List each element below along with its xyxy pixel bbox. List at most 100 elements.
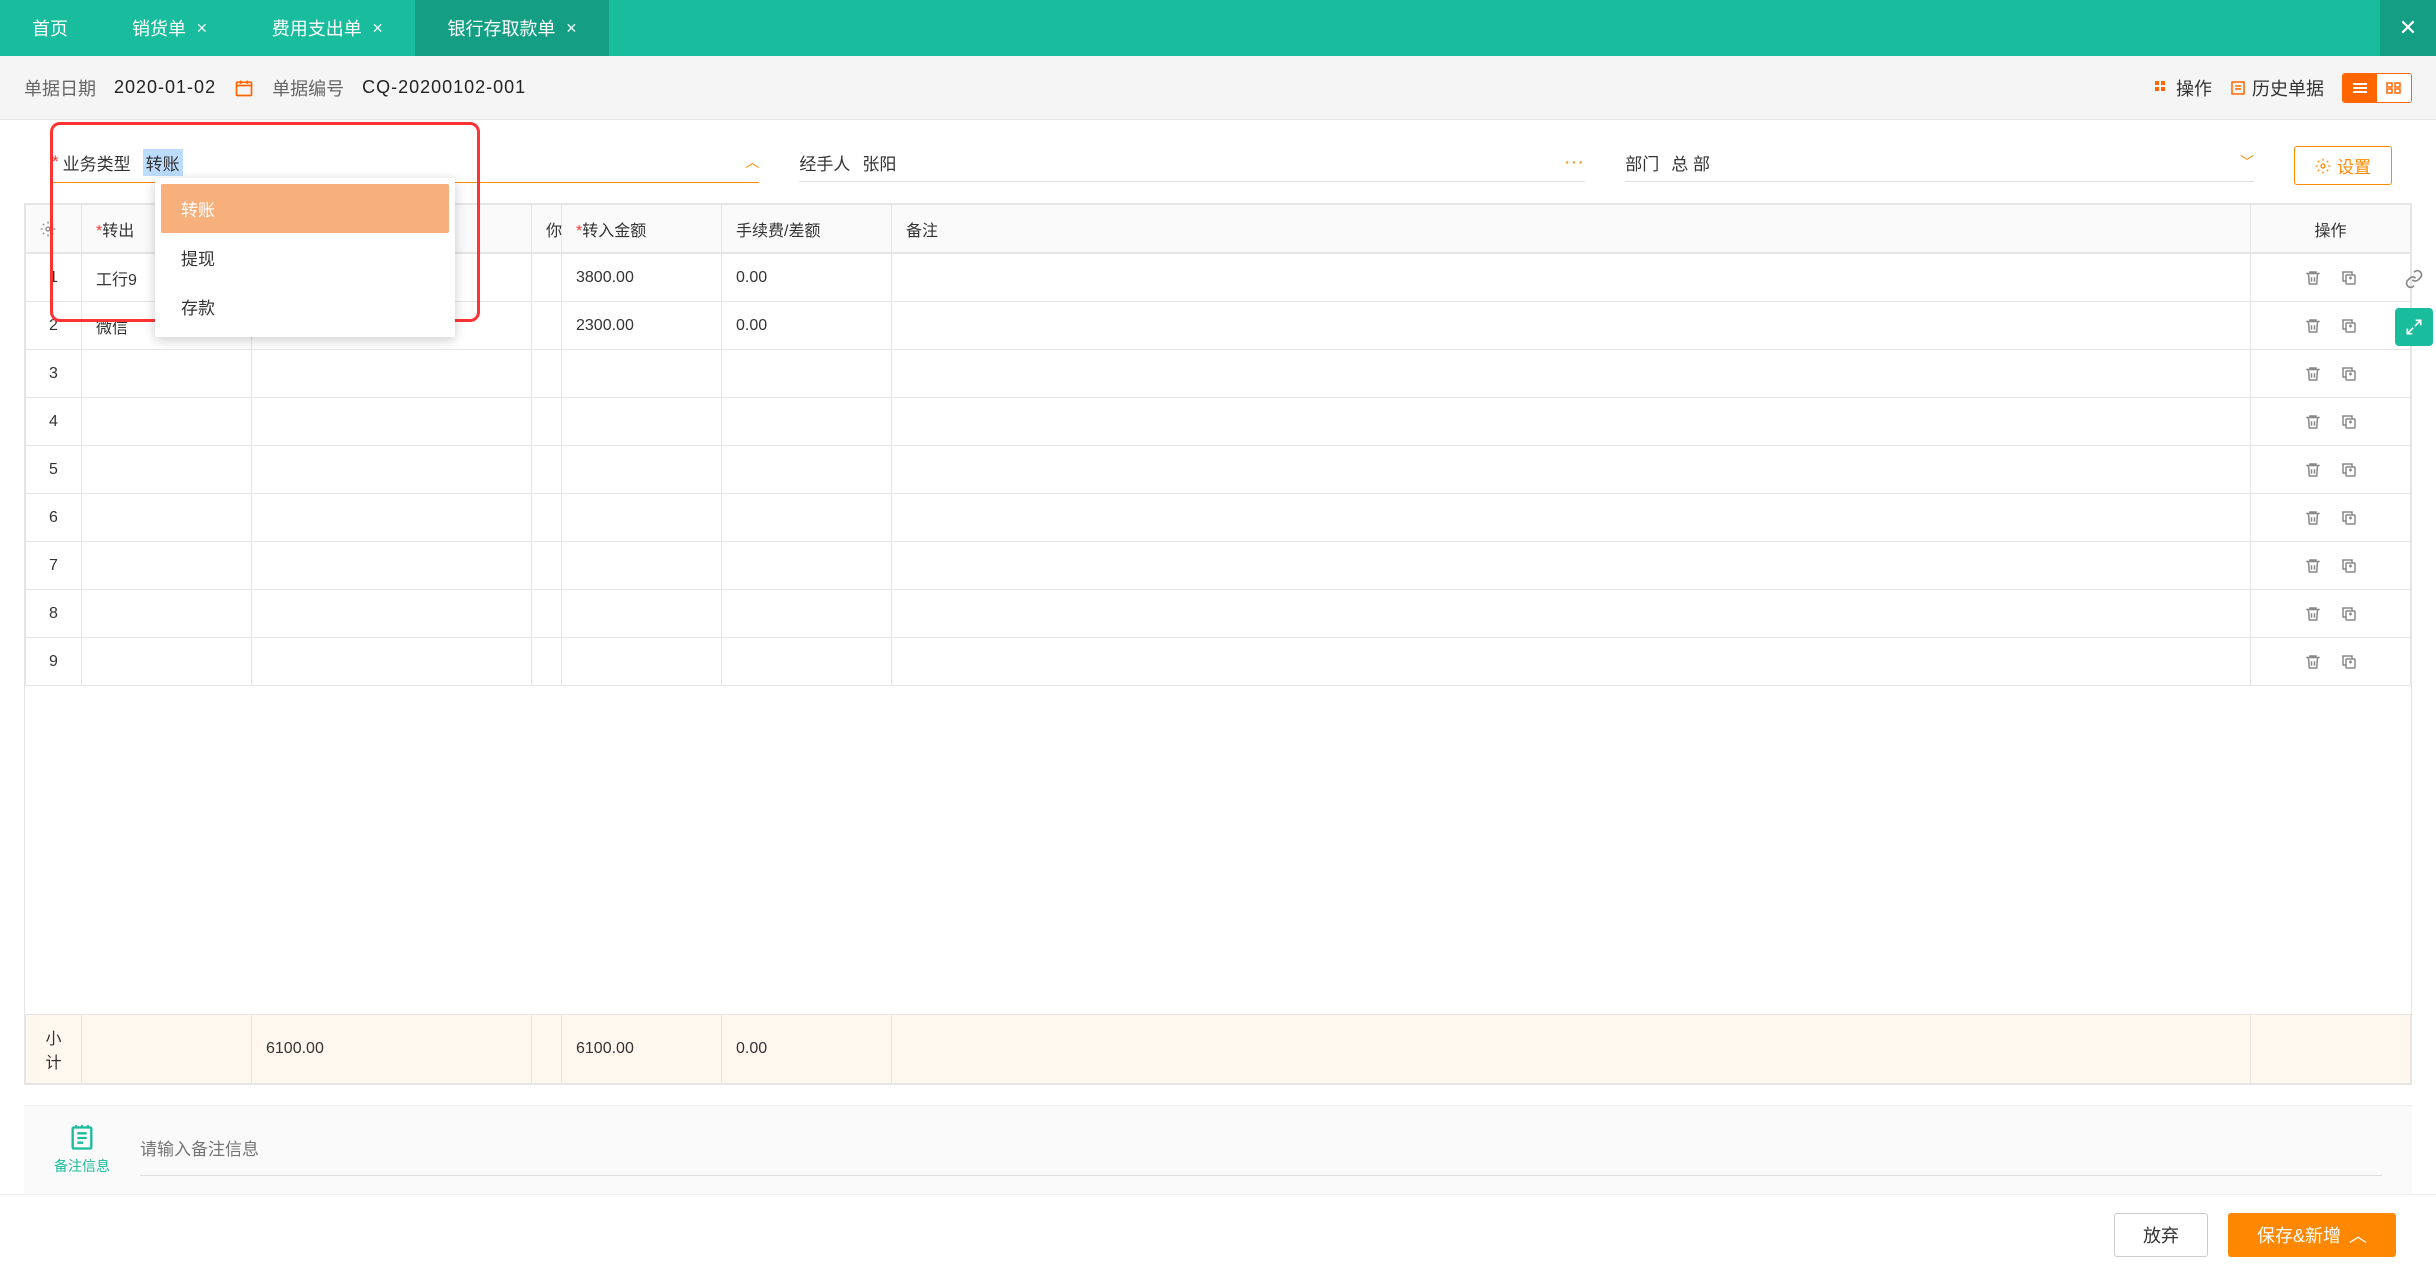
save-and-add-button[interactable]: 保存&新增 ︿ (2228, 1213, 2396, 1257)
delete-row-icon[interactable] (2304, 653, 2322, 671)
cell-out-amount[interactable] (252, 350, 532, 398)
cell-note[interactable] (892, 494, 2251, 542)
cell-in-account[interactable] (532, 542, 562, 590)
cell-fee[interactable] (722, 542, 892, 590)
cell-out-amount[interactable] (252, 638, 532, 686)
cell-out-amount[interactable] (252, 542, 532, 590)
cell-out-amount[interactable] (252, 590, 532, 638)
date-value[interactable]: 2020-01-02 (114, 77, 216, 98)
tab-bank-deposit-withdraw[interactable]: 银行存取款单✕ (415, 0, 609, 56)
cell-note[interactable] (892, 446, 2251, 494)
cell-in-account[interactable] (532, 398, 562, 446)
handler-field[interactable]: 经手人 张阳 ··· (799, 150, 1585, 182)
link-button[interactable] (2395, 260, 2433, 298)
copy-row-icon[interactable] (2340, 461, 2358, 479)
cell-out-account[interactable] (82, 590, 252, 638)
delete-row-icon[interactable] (2304, 557, 2322, 575)
cell-out-account[interactable] (82, 446, 252, 494)
close-icon[interactable]: ✕ (196, 20, 208, 37)
cell-fee[interactable] (722, 446, 892, 494)
table-settings-header[interactable] (26, 205, 82, 253)
cell-note[interactable] (892, 302, 2251, 350)
cell-note[interactable] (892, 590, 2251, 638)
tab-home[interactable]: 首页 (0, 0, 100, 56)
delete-row-icon[interactable] (2304, 509, 2322, 527)
copy-row-icon[interactable] (2340, 365, 2358, 383)
window-close-button[interactable]: ✕ (2380, 0, 2436, 56)
cell-in-account[interactable] (532, 590, 562, 638)
chevron-up-icon[interactable]: ︿ (745, 152, 759, 172)
cell-note[interactable] (892, 542, 2251, 590)
delete-row-icon[interactable] (2304, 605, 2322, 623)
table-row[interactable]: 7 (26, 542, 2411, 590)
operate-button[interactable]: 操作 (2154, 75, 2212, 101)
chevron-down-icon[interactable]: ﹀ (2240, 152, 2254, 172)
cell-in-amount[interactable] (562, 638, 722, 686)
cell-in-amount[interactable]: 2300.00 (562, 302, 722, 350)
cell-in-account[interactable] (532, 494, 562, 542)
cell-in-account[interactable] (532, 350, 562, 398)
cell-fee[interactable] (722, 590, 892, 638)
cell-fee[interactable] (722, 638, 892, 686)
remarks-input[interactable] (140, 1124, 2382, 1176)
copy-row-icon[interactable] (2340, 557, 2358, 575)
cell-fee[interactable] (722, 398, 892, 446)
cell-in-amount[interactable] (562, 590, 722, 638)
copy-row-icon[interactable] (2340, 509, 2358, 527)
copy-row-icon[interactable] (2340, 605, 2358, 623)
table-row[interactable]: 9 (26, 638, 2411, 686)
cell-in-account[interactable] (532, 638, 562, 686)
delete-row-icon[interactable] (2304, 317, 2322, 335)
cell-in-amount[interactable] (562, 542, 722, 590)
cell-in-amount[interactable] (562, 446, 722, 494)
tab-sales-order[interactable]: 销货单✕ (100, 0, 240, 56)
close-icon[interactable]: ✕ (372, 20, 384, 37)
cell-out-account[interactable] (82, 398, 252, 446)
history-button[interactable]: 历史单据 (2230, 75, 2324, 101)
more-icon[interactable]: ··· (1565, 154, 1585, 170)
calendar-icon[interactable] (234, 78, 254, 98)
cell-note[interactable] (892, 398, 2251, 446)
table-row[interactable]: 4 (26, 398, 2411, 446)
expand-button[interactable] (2395, 308, 2433, 346)
cell-out-amount[interactable] (252, 446, 532, 494)
cell-in-amount[interactable] (562, 398, 722, 446)
cell-fee[interactable] (722, 350, 892, 398)
cell-fee[interactable]: 0.00 (722, 254, 892, 302)
copy-row-icon[interactable] (2340, 317, 2358, 335)
view-list-button[interactable] (2343, 74, 2377, 102)
cell-fee[interactable] (722, 494, 892, 542)
table-row[interactable]: 3 (26, 350, 2411, 398)
cell-note[interactable] (892, 350, 2251, 398)
copy-row-icon[interactable] (2340, 269, 2358, 287)
cell-out-amount[interactable] (252, 398, 532, 446)
cell-in-account[interactable] (532, 302, 562, 350)
tab-expense-payment[interactable]: 费用支出单✕ (240, 0, 416, 56)
cell-note[interactable] (892, 638, 2251, 686)
discard-button[interactable]: 放弃 (2114, 1213, 2208, 1257)
cell-in-amount[interactable] (562, 494, 722, 542)
cell-in-amount[interactable] (562, 350, 722, 398)
dropdown-option-withdraw[interactable]: 提现 (161, 233, 449, 282)
settings-button[interactable]: 设置 (2294, 146, 2392, 185)
copy-row-icon[interactable] (2340, 653, 2358, 671)
dropdown-option-transfer[interactable]: 转账 (161, 184, 449, 233)
delete-row-icon[interactable] (2304, 269, 2322, 287)
cell-out-account[interactable] (82, 542, 252, 590)
cell-out-amount[interactable] (252, 494, 532, 542)
cell-note[interactable] (892, 254, 2251, 302)
close-icon[interactable]: ✕ (565, 20, 577, 37)
cell-out-account[interactable] (82, 494, 252, 542)
copy-row-icon[interactable] (2340, 413, 2358, 431)
dropdown-option-deposit[interactable]: 存款 (161, 282, 449, 331)
delete-row-icon[interactable] (2304, 365, 2322, 383)
table-row[interactable]: 6 (26, 494, 2411, 542)
delete-row-icon[interactable] (2304, 461, 2322, 479)
table-row[interactable]: 5 (26, 446, 2411, 494)
table-row[interactable]: 8 (26, 590, 2411, 638)
cell-fee[interactable]: 0.00 (722, 302, 892, 350)
cell-in-amount[interactable]: 3800.00 (562, 254, 722, 302)
cell-in-account[interactable] (532, 254, 562, 302)
department-field[interactable]: 部门 总 部 ﹀ (1625, 150, 2254, 182)
cell-out-account[interactable] (82, 350, 252, 398)
